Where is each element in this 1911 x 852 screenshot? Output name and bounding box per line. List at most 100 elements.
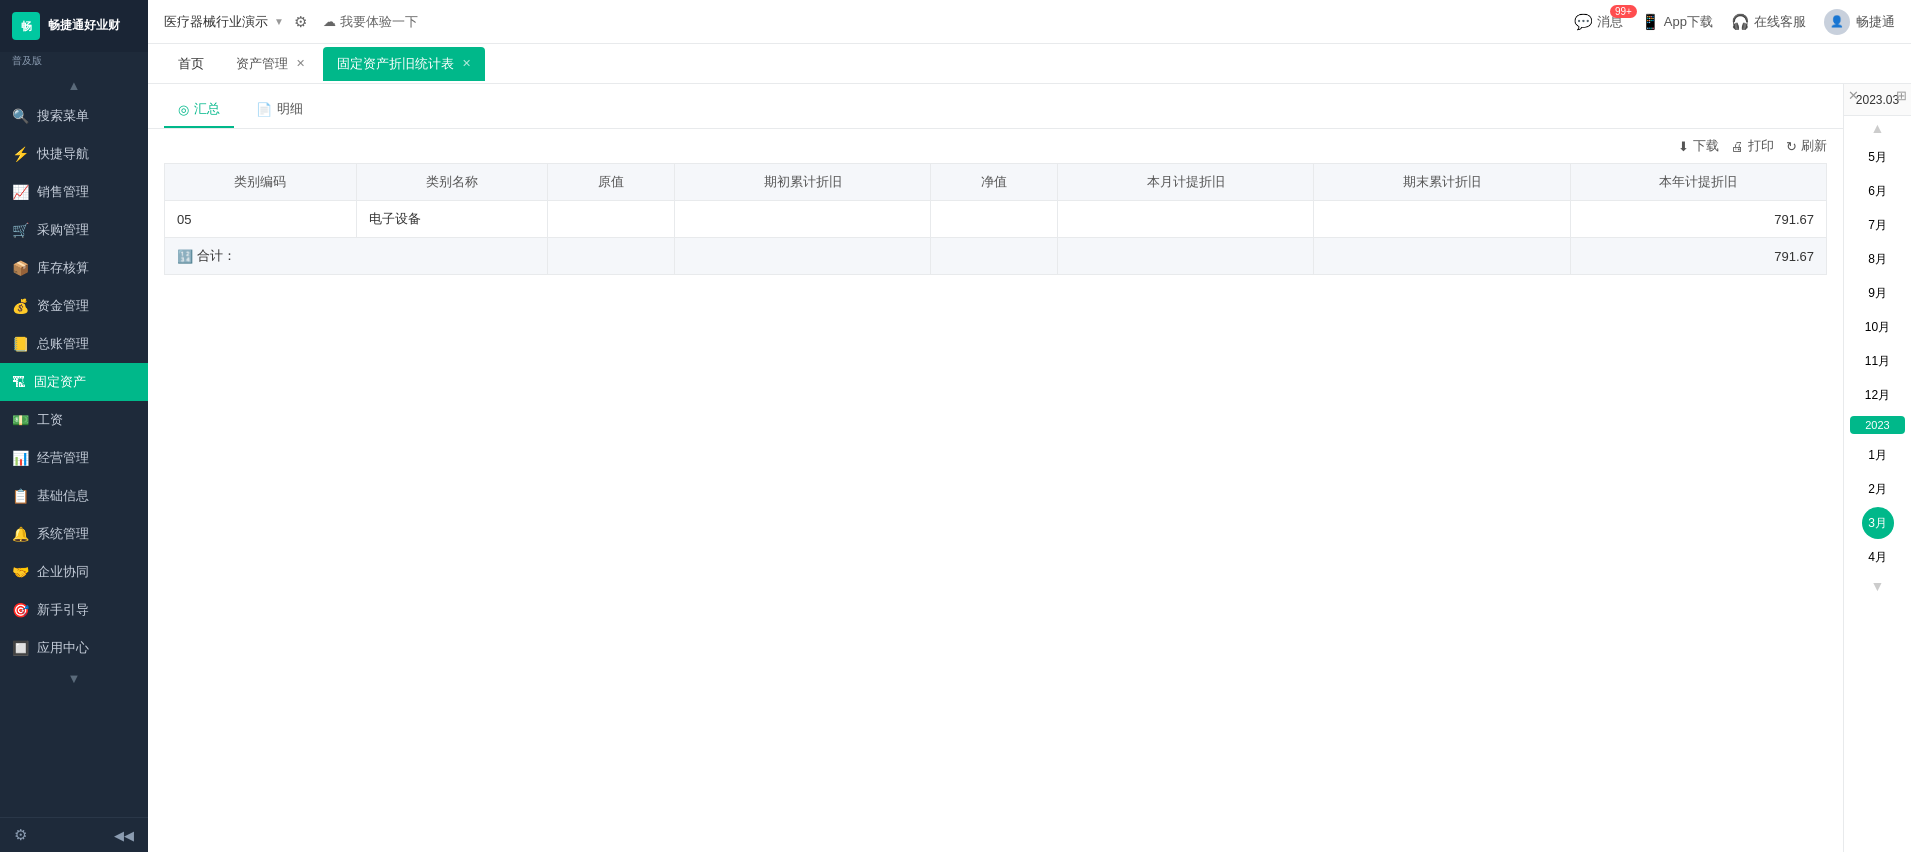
app-download-button[interactable]: 📱 App下载 xyxy=(1641,13,1713,31)
enterprise-icon: 🤝 xyxy=(12,564,29,580)
logo-text: 畅捷通好业财 xyxy=(48,18,120,34)
month-7[interactable]: 7月 xyxy=(1862,209,1894,241)
cell-original xyxy=(548,201,675,238)
sidebar-bottom: ⚙ ◀◀ xyxy=(0,817,148,852)
sidebar: 畅 畅捷通好业财 普及版 ▲ 🔍 搜索菜单 ⚡ 快捷导航 📈 销售管理 🛒 采购… xyxy=(0,0,148,852)
sidebar-item-basic-info[interactable]: 📋 基础信息 xyxy=(0,477,148,515)
total-annual: 791.67 xyxy=(1570,238,1826,275)
guide-icon: 🎯 xyxy=(12,602,29,618)
basic-info-icon: 📋 xyxy=(12,488,29,504)
sidebar-item-label: 总账管理 xyxy=(37,335,89,353)
sidebar-item-finance[interactable]: 💰 资金管理 xyxy=(0,287,148,325)
quick-nav-icon: ⚡ xyxy=(12,146,29,162)
sidebar-item-system[interactable]: 🔔 系统管理 xyxy=(0,515,148,553)
sidebar-item-quick-nav[interactable]: ⚡ 快捷导航 xyxy=(0,135,148,173)
summary-tab-icon: ◎ xyxy=(178,102,189,117)
experience-button[interactable]: ☁ 我要体验一下 xyxy=(323,13,418,31)
refresh-button[interactable]: ↻ 刷新 xyxy=(1786,137,1827,155)
sidebar-item-label: 销售管理 xyxy=(37,183,89,201)
customer-service-button[interactable]: 🎧 在线客服 xyxy=(1731,13,1806,31)
experience-icon: ☁ xyxy=(323,14,336,29)
sidebar-item-label: 快捷导航 xyxy=(37,145,89,163)
total-label-cell: 🔢 合计： xyxy=(165,238,548,275)
user-label: 畅捷通 xyxy=(1856,13,1895,31)
sidebar-item-ledger[interactable]: 📒 总账管理 xyxy=(0,325,148,363)
month-5[interactable]: 5月 xyxy=(1862,141,1894,173)
date-list: ▲ 5月 6月 7月 8月 9月 10月 11月 12月 2023 1月 2月 … xyxy=(1844,116,1911,852)
sidebar-item-label: 固定资产 xyxy=(34,373,86,391)
topbar-right: 💬 消息 99+ 📱 App下载 🎧 在线客服 👤 畅捷通 xyxy=(1574,9,1895,35)
tab-fixed-asset-close[interactable]: ✕ xyxy=(462,57,471,70)
sidebar-item-inventory[interactable]: 📦 库存核算 xyxy=(0,249,148,287)
download-button[interactable]: ⬇ 下载 xyxy=(1678,137,1719,155)
sidebar-item-enterprise[interactable]: 🤝 企业协同 xyxy=(0,553,148,591)
sidebar-item-payroll[interactable]: 💵 工资 xyxy=(0,401,148,439)
tab-asset-mgmt[interactable]: 资产管理 ✕ xyxy=(222,47,319,81)
tab-home[interactable]: 首页 xyxy=(164,47,218,81)
month-8[interactable]: 8月 xyxy=(1862,243,1894,275)
sidebar-item-fixed-asset[interactable]: 🏗 固定资产 xyxy=(0,363,148,401)
month-11[interactable]: 11月 xyxy=(1862,345,1894,377)
sidebar-settings-icon[interactable]: ⚙ xyxy=(14,826,27,844)
sidebar-item-guide[interactable]: 🎯 新手引导 xyxy=(0,591,148,629)
month-12[interactable]: 12月 xyxy=(1862,379,1894,411)
scroll-up-indicator[interactable]: ▲ xyxy=(0,74,148,97)
sub-tab-summary[interactable]: ◎ 汇总 xyxy=(164,94,234,128)
print-button[interactable]: 🖨 打印 xyxy=(1731,137,1774,155)
sidebar-collapse-icon[interactable]: ◀◀ xyxy=(114,828,134,843)
sidebar-item-label: 资金管理 xyxy=(37,297,89,315)
detail-tab-icon: 📄 xyxy=(256,102,272,117)
tab-home-label: 首页 xyxy=(178,55,204,73)
tab-fixed-asset-depreciation[interactable]: 固定资产折旧统计表 ✕ xyxy=(323,47,485,81)
user-profile[interactable]: 👤 畅捷通 xyxy=(1824,9,1895,35)
sidebar-item-label: 基础信息 xyxy=(37,487,89,505)
messages-icon: 💬 xyxy=(1574,13,1593,31)
year-2023-marker[interactable]: 2023 xyxy=(1850,416,1905,434)
company-selector[interactable]: 医疗器械行业演示 ▼ xyxy=(164,13,284,31)
tab-asset-mgmt-close[interactable]: ✕ xyxy=(296,57,305,70)
download-icon: ⬇ xyxy=(1678,139,1689,154)
settings-button[interactable]: ⚙ xyxy=(294,13,307,31)
total-initial-accumulated xyxy=(675,238,931,275)
month-2023-3[interactable]: 3月 xyxy=(1862,507,1894,539)
depreciation-table: 类别编码 类别名称 原值 期初累计折旧 净值 本月计提折旧 期末累计折旧 本年计… xyxy=(164,163,1827,275)
company-name: 医疗器械行业演示 xyxy=(164,13,268,31)
table-container: 类别编码 类别名称 原值 期初累计折旧 净值 本月计提折旧 期末累计折旧 本年计… xyxy=(148,163,1843,291)
cell-annual: 791.67 xyxy=(1570,201,1826,238)
scroll-down-arrow[interactable]: ▼ xyxy=(1844,574,1911,598)
tab-asset-mgmt-label: 资产管理 xyxy=(236,55,288,73)
toolbar: ⬇ 下载 🖨 打印 ↻ 刷新 xyxy=(148,129,1843,163)
month-10[interactable]: 10月 xyxy=(1862,311,1894,343)
sub-tab-detail[interactable]: 📄 明细 xyxy=(242,94,317,128)
scroll-up-arrow[interactable]: ▲ xyxy=(1844,116,1911,140)
month-2023-2[interactable]: 2月 xyxy=(1862,473,1894,505)
edition-label: 普及版 xyxy=(0,52,148,74)
experience-label: 我要体验一下 xyxy=(340,13,418,31)
table-row: 05 电子设备 791.67 xyxy=(165,201,1827,238)
company-dropdown-icon: ▼ xyxy=(274,16,284,27)
total-ending-accumulated xyxy=(1314,238,1570,275)
total-row: 🔢 合计： 791.67 xyxy=(165,238,1827,275)
month-9[interactable]: 9月 xyxy=(1862,277,1894,309)
total-original xyxy=(548,238,675,275)
app-download-label: App下载 xyxy=(1664,13,1713,31)
sidebar-item-purchase[interactable]: 🛒 采购管理 xyxy=(0,211,148,249)
sidebar-item-sales[interactable]: 📈 销售管理 xyxy=(0,173,148,211)
system-icon: 🔔 xyxy=(12,526,29,542)
date-panel-close-button[interactable]: ✕ xyxy=(1848,88,1859,103)
sidebar-item-app-center[interactable]: 🔲 应用中心 xyxy=(0,629,148,667)
content-area: ◎ 汇总 📄 明细 ⬇ 下载 🖨 打印 ↻ xyxy=(148,84,1911,852)
date-panel-expand-button[interactable]: ⊞ xyxy=(1896,88,1907,103)
scroll-down-indicator[interactable]: ▼ xyxy=(0,667,148,690)
sidebar-item-operations[interactable]: 📊 经营管理 xyxy=(0,439,148,477)
col-name: 类别名称 xyxy=(356,164,548,201)
sidebar-item-label: 应用中心 xyxy=(37,639,89,657)
month-2023-1[interactable]: 1月 xyxy=(1862,439,1894,471)
refresh-label: 刷新 xyxy=(1801,137,1827,155)
sidebar-item-search[interactable]: 🔍 搜索菜单 xyxy=(0,97,148,135)
download-label: 下载 xyxy=(1693,137,1719,155)
month-2023-4[interactable]: 4月 xyxy=(1862,541,1894,573)
logo-icon: 畅 xyxy=(12,12,40,40)
month-6[interactable]: 6月 xyxy=(1862,175,1894,207)
messages-button[interactable]: 💬 消息 99+ xyxy=(1574,13,1623,31)
